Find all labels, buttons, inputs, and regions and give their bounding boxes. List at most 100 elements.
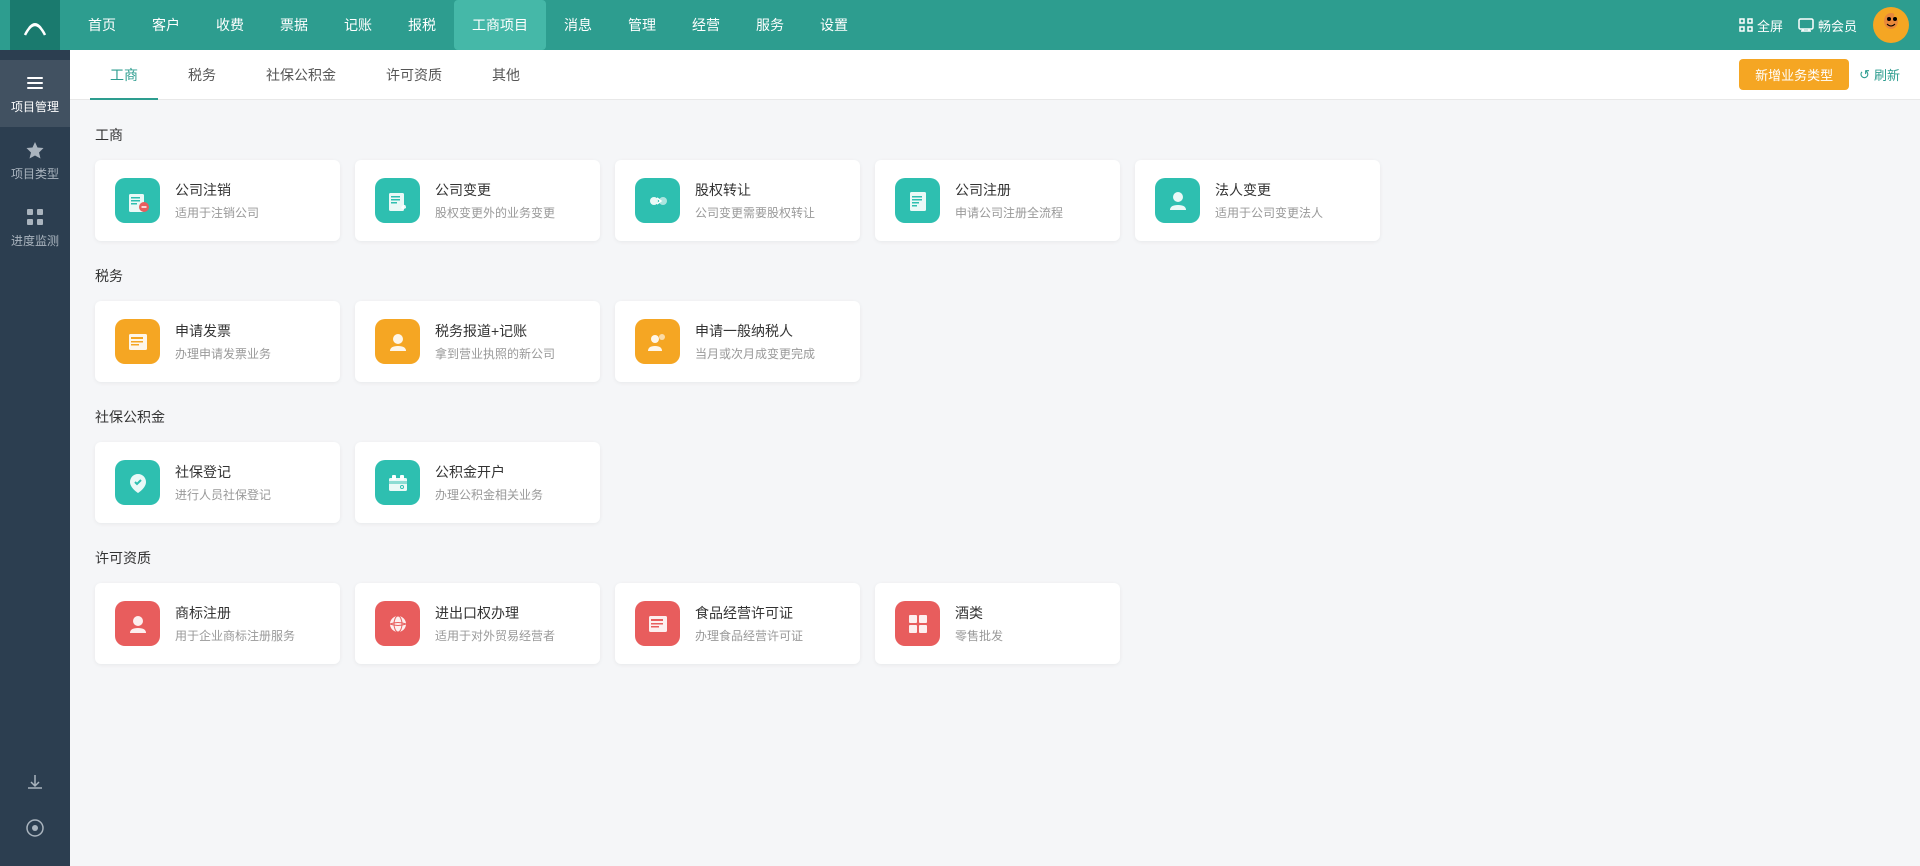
legal-change-desc: 适用于公司变更法人 [1215,204,1323,221]
trademark-desc: 用于企业商标注册服务 [175,627,295,644]
legal-change-text: 法人变更 适用于公司变更法人 [1215,180,1323,221]
nav-bookkeep[interactable]: 记账 [326,0,390,50]
tab-bar: 工商 税务 社保公积金 许可资质 其他 新增业务类型 ↺ 刷新 [70,50,1920,100]
card-tax-report[interactable]: 税务报道+记账 拿到营业执照的新公司 [355,301,600,382]
card-trademark[interactable]: 商标注册 用于企业商标注册服务 [95,583,340,664]
nav-tax[interactable]: 报税 [390,0,454,50]
import-export-desc: 适用于对外贸易经营者 [435,627,555,644]
sidebar-label-project-manage: 项目管理 [11,98,59,115]
sidebar-item-progress[interactable]: 进度监测 [0,194,70,261]
nav-client[interactable]: 客户 [134,0,198,50]
food-license-title: 食品经营许可证 [695,603,803,623]
card-general-taxpayer[interactable]: 申请一般纳税人 当月或次月成变更完成 [615,301,860,382]
tab-actions: 新增业务类型 ↺ 刷新 [1739,59,1900,90]
list-icon [24,72,46,94]
avatar[interactable] [1872,6,1910,44]
card-import-export[interactable]: 进出口权办理 适用于对外贸易经营者 [355,583,600,664]
nav-bill[interactable]: 票据 [262,0,326,50]
card-social-security[interactable]: 社保登记 进行人员社保登记 [95,442,340,523]
nav-menu: 首页 客户 收费 票据 记账 报税 工商项目 消息 管理 经营 服务 设置 [60,0,1739,50]
company-change-desc: 股权变更外的业务变更 [435,204,555,221]
tax-report-icon [375,319,420,364]
invoice-apply-title: 申请发票 [175,321,271,341]
top-navigation: 首页 客户 收费 票据 记账 报税 工商项目 消息 管理 经营 服务 设置 全屏… [0,0,1920,50]
company-change-text: 公司变更 股权变更外的业务变更 [435,180,555,221]
company-cancel-desc: 适用于注销公司 [175,204,259,221]
sidebar-label-project-type: 项目类型 [11,165,59,182]
liquor-title: 酒类 [955,603,1003,623]
tab-license[interactable]: 许可资质 [366,51,462,100]
card-legal-change[interactable]: 法人变更 适用于公司变更法人 [1135,160,1380,241]
invoice-apply-text: 申请发票 办理申请发票业务 [175,321,271,362]
liquor-desc: 零售批发 [955,627,1003,644]
tabs: 工商 税务 社保公积金 许可资质 其他 [90,50,540,99]
card-company-change[interactable]: 公司变更 股权变更外的业务变更 [355,160,600,241]
nav-operation[interactable]: 经营 [674,0,738,50]
legal-change-icon [1155,178,1200,223]
tab-social-security[interactable]: 社保公积金 [246,51,356,100]
food-license-text: 食品经营许可证 办理食品经营许可证 [695,603,803,644]
refresh-button[interactable]: ↺ 刷新 [1859,65,1900,84]
trademark-title: 商标注册 [175,603,295,623]
sidebar: 项目管理 项目类型 进度监测 [0,50,70,866]
company-cancel-title: 公司注销 [175,180,259,200]
sidebar-settings[interactable] [0,805,70,851]
content-area: 工商 税务 社保公积金 许可资质 其他 新增业务类型 ↺ 刷新 工商 [70,50,1920,866]
star-icon [24,139,46,161]
card-company-cancel[interactable]: 公司注销 适用于注销公司 [95,160,340,241]
card-provident-fund[interactable]: 公积金开户 办理公积金相关业务 [355,442,600,523]
nav-message[interactable]: 消息 [546,0,610,50]
add-type-button[interactable]: 新增业务类型 [1739,59,1849,90]
card-equity-transfer[interactable]: 股权转让 公司变更需要股权转让 [615,160,860,241]
provident-fund-icon [375,460,420,505]
page-content: 工商 公司注销 适用 [70,100,1920,866]
tab-other[interactable]: 其他 [472,51,540,100]
tax-report-text: 税务报道+记账 拿到营业执照的新公司 [435,321,555,362]
card-food-license[interactable]: 食品经营许可证 办理食品经营许可证 [615,583,860,664]
social-security-desc: 进行人员社保登记 [175,486,271,503]
social-cards-grid: 社保登记 进行人员社保登记 [95,442,1895,523]
social-security-text: 社保登记 进行人员社保登记 [175,462,271,503]
social-security-icon [115,460,160,505]
general-taxpayer-text: 申请一般纳税人 当月或次月成变更完成 [695,321,815,362]
company-register-desc: 申请公司注册全流程 [955,204,1063,221]
sidebar-item-project-type[interactable]: 项目类型 [0,127,70,194]
nav-manage[interactable]: 管理 [610,0,674,50]
sidebar-label-progress: 进度监测 [11,232,59,249]
tab-business-registration[interactable]: 工商 [90,51,158,100]
nav-service[interactable]: 服务 [738,0,802,50]
nav-fee[interactable]: 收费 [198,0,262,50]
section-title-tax: 税务 [95,266,1895,286]
legal-change-title: 法人变更 [1215,180,1323,200]
nav-business[interactable]: 工商项目 [454,0,546,50]
equity-transfer-icon [635,178,680,223]
section-title-social: 社保公积金 [95,407,1895,427]
nav-settings[interactable]: 设置 [802,0,866,50]
invoice-apply-icon [115,319,160,364]
sidebar-item-project-manage[interactable]: 项目管理 [0,60,70,127]
member-button[interactable]: 畅会员 [1798,16,1857,35]
business-cards-grid: 公司注销 适用于注销公司 [95,160,1895,241]
grid-icon [24,206,46,228]
food-license-desc: 办理食品经营许可证 [695,627,803,644]
fullscreen-button[interactable]: 全屏 [1739,16,1783,35]
tax-report-desc: 拿到营业执照的新公司 [435,345,555,362]
general-taxpayer-title: 申请一般纳税人 [695,321,815,341]
circle-dot-icon [24,817,46,839]
card-company-register[interactable]: 公司注册 申请公司注册全流程 [875,160,1120,241]
sidebar-download[interactable] [0,759,70,805]
main-layout: 项目管理 项目类型 进度监测 [0,50,1920,866]
company-change-icon [375,178,420,223]
section-title-business: 工商 [95,125,1895,145]
import-export-text: 进出口权办理 适用于对外贸易经营者 [435,603,555,644]
provident-fund-text: 公积金开户 办理公积金相关业务 [435,462,543,503]
equity-transfer-title: 股权转让 [695,180,815,200]
liquor-text: 酒类 零售批发 [955,603,1003,644]
card-liquor[interactable]: 酒类 零售批发 [875,583,1120,664]
section-title-license: 许可资质 [95,548,1895,568]
card-invoice-apply[interactable]: 申请发票 办理申请发票业务 [95,301,340,382]
tab-tax[interactable]: 税务 [168,51,236,100]
provident-fund-title: 公积金开户 [435,462,543,482]
nav-home[interactable]: 首页 [70,0,134,50]
invoice-apply-desc: 办理申请发票业务 [175,345,271,362]
